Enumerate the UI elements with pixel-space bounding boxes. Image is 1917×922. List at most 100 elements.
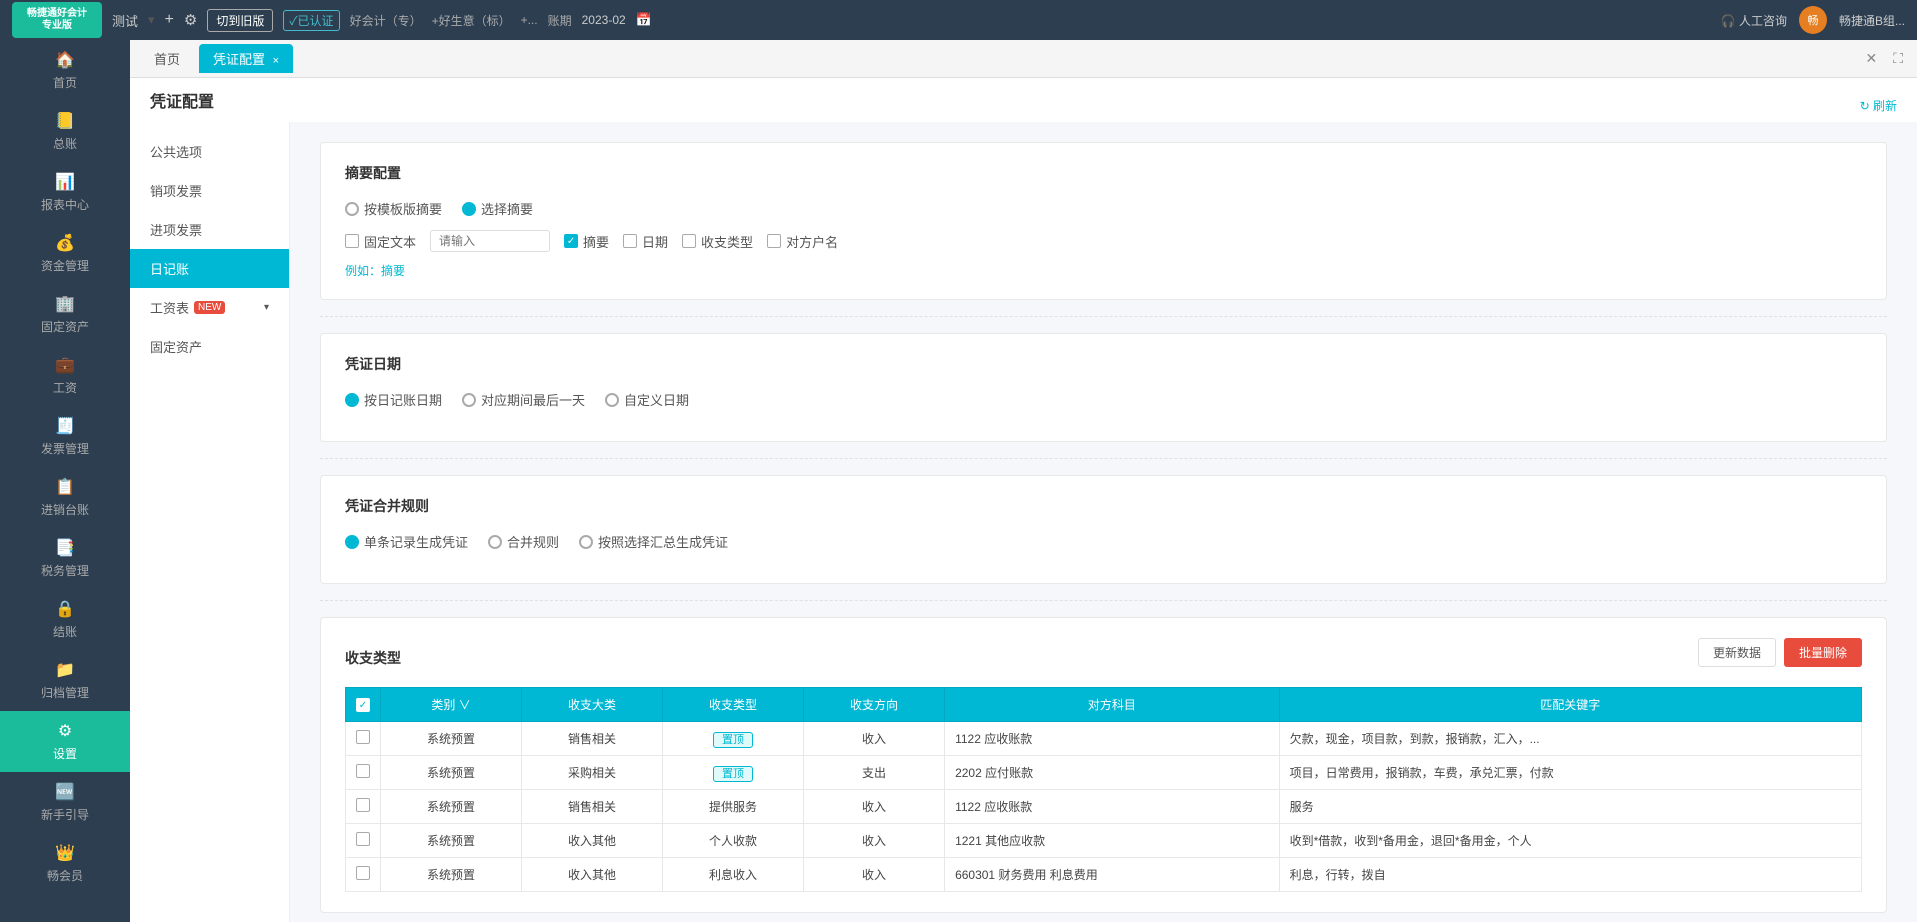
home-icon: 🏠 bbox=[55, 50, 75, 70]
guide-icon: 🆕 bbox=[55, 782, 75, 802]
new-badge: NEW bbox=[194, 301, 225, 314]
fixed-text-checkbox[interactable]: 固定文本 bbox=[345, 232, 416, 251]
service-button[interactable]: 🎧 人工咨询 bbox=[1721, 12, 1787, 29]
update-data-button[interactable]: 更新数据 bbox=[1698, 638, 1776, 667]
type-tag[interactable]: 置顶 bbox=[713, 732, 753, 748]
row-major: 采购相关 bbox=[522, 756, 663, 790]
sidebar-item-funds[interactable]: 💰 资金管理 bbox=[0, 223, 130, 284]
sidebar-item-home[interactable]: 🏠 首页 bbox=[0, 40, 130, 101]
tax-icon: 📑 bbox=[55, 538, 75, 558]
sidebar: 🏠 首页 📒 总账 📊 报表中心 💰 资金管理 🏢 固定资产 💼 工资 🧾 发票… bbox=[0, 40, 130, 922]
table-row: 系统预置 采购相关 置顶 支出 2202 应付账款 项目，日常费用，报销款，车费… bbox=[346, 756, 1862, 790]
settings-icon[interactable]: ⚙ bbox=[184, 11, 197, 29]
sidebar-item-payroll[interactable]: 💼 工资 bbox=[0, 345, 130, 406]
row-type: 提供服务 bbox=[663, 790, 804, 824]
calendar-icon[interactable]: 📅 bbox=[636, 12, 652, 28]
radio-period-last[interactable]: 对应期间最后一天 bbox=[462, 390, 585, 409]
sidebar-item-assets[interactable]: 🏢 固定资产 bbox=[0, 284, 130, 345]
date-checkbox[interactable]: 日期 bbox=[623, 232, 668, 251]
left-nav-purchase[interactable]: 进项发票 bbox=[130, 210, 289, 249]
tab-close-icon[interactable]: × bbox=[273, 55, 279, 67]
dropdown-icon[interactable]: ▾ bbox=[148, 12, 155, 28]
chevron-down-icon: ▾ bbox=[264, 302, 269, 313]
reports-icon: 📊 bbox=[55, 172, 75, 192]
table-row: 系统预置 销售相关 置顶 收入 1122 应收账款 欠款，现金，项目款，到款，报… bbox=[346, 722, 1862, 756]
radio-single[interactable]: 单条记录生成凭证 bbox=[345, 532, 468, 551]
row-checkbox[interactable] bbox=[356, 730, 370, 744]
row-direction: 收入 bbox=[804, 790, 945, 824]
left-nav-sales[interactable]: 销项发票 bbox=[130, 171, 289, 210]
period-label: 账期 bbox=[548, 12, 572, 29]
radio-merge[interactable]: 合并规则 bbox=[488, 532, 559, 551]
close-window-icon[interactable]: ✕ bbox=[1861, 48, 1881, 69]
left-nav-fixed-assets[interactable]: 固定资产 bbox=[130, 327, 289, 366]
th-checkbox[interactable]: ✓ bbox=[346, 688, 381, 722]
refresh-button[interactable]: ↻ 刷新 bbox=[1860, 97, 1897, 114]
company-title: 测试 bbox=[112, 11, 138, 30]
row-checkbox[interactable] bbox=[356, 764, 370, 778]
pay-type-title: 收支类型 bbox=[345, 648, 401, 668]
edition-tag2: +好生意（标） bbox=[432, 12, 511, 29]
summary-checkbox[interactable]: ✓ 摘要 bbox=[564, 232, 609, 251]
th-type: 收支类型 bbox=[663, 688, 804, 722]
row-checkbox-cell bbox=[346, 756, 381, 790]
radio-single-circle bbox=[345, 535, 359, 549]
voucher-merge-title: 凭证合并规则 bbox=[345, 496, 1862, 516]
radio-select-total[interactable]: 按照选择汇总生成凭证 bbox=[579, 532, 728, 551]
row-direction: 收入 bbox=[804, 722, 945, 756]
purchases-icon: 📋 bbox=[55, 477, 75, 497]
row-checkbox[interactable] bbox=[356, 798, 370, 812]
radio-custom-date[interactable]: 自定义日期 bbox=[605, 390, 689, 409]
main-layout: 🏠 首页 📒 总账 📊 报表中心 💰 资金管理 🏢 固定资产 💼 工资 🧾 发票… bbox=[0, 40, 1917, 922]
row-category: 系统预置 bbox=[381, 824, 522, 858]
sidebar-item-guide[interactable]: 🆕 新手引导 bbox=[0, 772, 130, 833]
left-nav: 公共选项 销项发票 进项发票 日记账 工资表 NEW ▾ bbox=[130, 122, 290, 922]
page-header: 凭证配置 ↻ 刷新 bbox=[130, 78, 1917, 122]
avatar[interactable]: 畅 bbox=[1799, 6, 1827, 34]
row-checkbox[interactable] bbox=[356, 832, 370, 846]
table-row: 系统预置 收入其他 利息收入 收入 660301 财务费用 利息费用 利息，行转… bbox=[346, 858, 1862, 892]
maximize-icon[interactable]: ⛶ bbox=[1889, 48, 1907, 69]
sidebar-item-archive[interactable]: 📁 归档管理 bbox=[0, 650, 130, 711]
row-keywords: 项目，日常费用，报销款，车费，承兑汇票，付款 bbox=[1279, 756, 1861, 790]
row-keywords: 欠款，现金，项目款，到款，报销款，汇入，... bbox=[1279, 722, 1861, 756]
th-subject: 对方科目 bbox=[945, 688, 1280, 722]
row-type: 利息收入 bbox=[663, 858, 804, 892]
sidebar-item-ledger[interactable]: 📒 总账 bbox=[0, 101, 130, 162]
radio-select[interactable]: 选择摘要 bbox=[462, 199, 533, 218]
left-nav-journal[interactable]: 日记账 bbox=[130, 249, 289, 288]
sidebar-item-closing[interactable]: 🔒 结账 bbox=[0, 589, 130, 650]
pay-type-checkbox[interactable]: 收支类型 bbox=[682, 232, 753, 251]
row-checkbox[interactable] bbox=[356, 866, 370, 880]
radio-journal-date[interactable]: 按日记账日期 bbox=[345, 390, 442, 409]
sidebar-item-reports[interactable]: 📊 报表中心 bbox=[0, 162, 130, 223]
sidebar-item-purchases[interactable]: 📋 进销台账 bbox=[0, 467, 130, 528]
left-nav-payroll-table[interactable]: 工资表 NEW ▾ bbox=[130, 288, 289, 327]
sidebar-item-member[interactable]: 👑 畅会员 bbox=[0, 833, 130, 894]
tab-voucher[interactable]: 凭证配置 × bbox=[199, 44, 293, 73]
radio-select-total-circle bbox=[579, 535, 593, 549]
headset-icon: 🎧 bbox=[1721, 14, 1736, 28]
row-checkbox-cell bbox=[346, 824, 381, 858]
type-tag[interactable]: 置顶 bbox=[713, 766, 753, 782]
radio-template[interactable]: 按模板版摘要 bbox=[345, 199, 442, 218]
tab-home[interactable]: 首页 bbox=[140, 44, 194, 73]
left-nav-public[interactable]: 公共选项 bbox=[130, 132, 289, 171]
page-title: 凭证配置 bbox=[150, 88, 214, 122]
archive-icon: 📁 bbox=[55, 660, 75, 680]
select-all-checkbox[interactable]: ✓ bbox=[356, 698, 370, 712]
sidebar-item-invoices[interactable]: 🧾 发票管理 bbox=[0, 406, 130, 467]
switch-version-button[interactable]: 切到旧版 bbox=[207, 9, 273, 32]
sidebar-item-tax[interactable]: 📑 税务管理 bbox=[0, 528, 130, 589]
row-direction: 收入 bbox=[804, 824, 945, 858]
add-icon[interactable]: + bbox=[165, 11, 174, 29]
fixed-text-input[interactable] bbox=[430, 230, 550, 252]
username-label: 畅捷通B组... bbox=[1839, 12, 1905, 29]
batch-delete-button[interactable]: 批量删除 bbox=[1784, 638, 1862, 667]
sidebar-item-settings[interactable]: ⚙ 设置 bbox=[0, 711, 130, 772]
row-checkbox-cell bbox=[346, 790, 381, 824]
summary-checkbox-box: ✓ bbox=[564, 234, 578, 248]
party-checkbox[interactable]: 对方户名 bbox=[767, 232, 838, 251]
radio-period-last-circle bbox=[462, 393, 476, 407]
tab-actions: ✕ ⛶ bbox=[1861, 48, 1907, 69]
